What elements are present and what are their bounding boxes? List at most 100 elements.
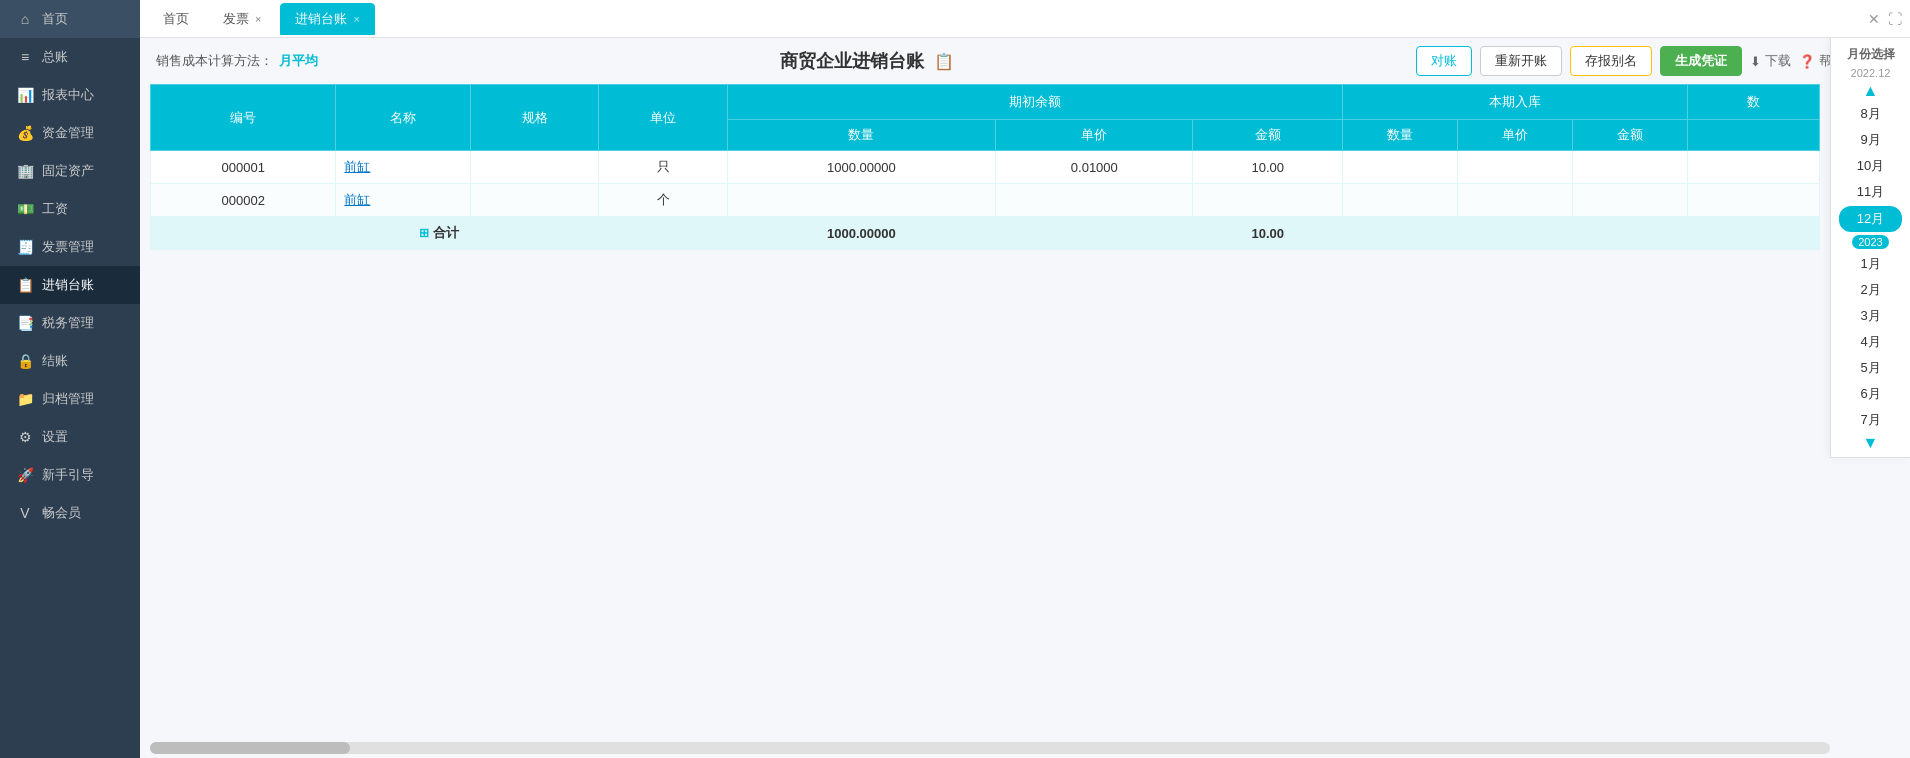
sidebar-item-ledger[interactable]: ≡ 总账	[0, 38, 140, 76]
finance-icon: 💰	[16, 125, 34, 141]
main-area: 首页 发票 × 进销台账 × ✕ ⛶ 销售成本计算方法： 月平均 商贸企业进销台…	[140, 0, 1910, 758]
month-9[interactable]: 9月	[1831, 127, 1910, 153]
month-11[interactable]: 11月	[1831, 179, 1910, 205]
month-picker-panel: 月份选择 2022.12 ▲ 8月 9月 10月 11月 12月 2023 1月…	[1830, 38, 1910, 458]
row2-code: 000002	[151, 184, 336, 217]
row1-extra	[1688, 151, 1820, 184]
sidebar-item-home[interactable]: ⌂ 首页	[0, 0, 140, 38]
month-1[interactable]: 1月	[1831, 251, 1910, 277]
horizontal-scrollbar[interactable]	[150, 742, 1830, 754]
scrollbar-thumb[interactable]	[150, 742, 350, 754]
sidebar-item-settings[interactable]: ⚙ 设置	[0, 418, 140, 456]
month-10[interactable]: 10月	[1831, 153, 1910, 179]
assets-icon: 🏢	[16, 163, 34, 179]
row2-balance-price	[996, 184, 1193, 217]
tab-stock-label: 进销台账	[295, 10, 347, 28]
sidebar-item-label: 总账	[42, 48, 68, 66]
row2-extra	[1688, 184, 1820, 217]
download-icon: ⬇	[1750, 54, 1761, 69]
row1-inbound-price	[1458, 151, 1573, 184]
tab-invoice-close[interactable]: ×	[255, 13, 261, 25]
tab-home[interactable]: 首页	[148, 3, 204, 35]
sidebar-item-invoice-mgmt[interactable]: 🧾 发票管理	[0, 228, 140, 266]
help-icon: ❓	[1799, 54, 1815, 69]
save-alias-button[interactable]: 存报别名	[1570, 46, 1652, 76]
col-header-spec: 规格	[471, 85, 599, 151]
month-3[interactable]: 3月	[1831, 303, 1910, 329]
generate-voucher-button[interactable]: 生成凭证	[1660, 46, 1742, 76]
month-5[interactable]: 5月	[1831, 355, 1910, 381]
sidebar-item-label: 结账	[42, 352, 68, 370]
col-header-more: 数	[1688, 85, 1820, 120]
download-button[interactable]: ⬇ 下载	[1750, 52, 1791, 70]
row2-inbound-amount	[1573, 184, 1688, 217]
month-2[interactable]: 2月	[1831, 277, 1910, 303]
table-wrapper: 编号 名称 规格 单位 期初余额 本期入库 数 数量 单价 金额 数量 单价	[140, 84, 1830, 738]
scroll-down-button[interactable]: ▼	[1863, 433, 1879, 453]
row1-name: 前缸	[336, 151, 471, 184]
sidebar-item-closing[interactable]: 🔒 结账	[0, 342, 140, 380]
total-label: 合计	[433, 224, 459, 242]
stock-ledger-icon: 📋	[16, 277, 34, 293]
year-2023-badge: 2023	[1852, 235, 1888, 249]
row2-spec	[471, 184, 599, 217]
total-row: ⊞ 合计 1000.00000 10.00	[151, 217, 1820, 250]
tab-stock[interactable]: 进销台账 ×	[280, 3, 374, 35]
sidebar-item-tax[interactable]: 📑 税务管理	[0, 304, 140, 342]
tab-stock-close[interactable]: ×	[353, 13, 359, 25]
row1-inbound-qty	[1343, 151, 1458, 184]
sidebar-item-label: 畅会员	[42, 504, 81, 522]
row1-spec	[471, 151, 599, 184]
month-12[interactable]: 12月	[1839, 206, 1902, 232]
sidebar-item-label: 工资	[42, 200, 68, 218]
year-2022-label: 2022.12	[1851, 65, 1891, 81]
sidebar-item-label: 报表中心	[42, 86, 94, 104]
tab-home-label: 首页	[163, 10, 189, 28]
sidebar-item-member[interactable]: V 畅会员	[0, 494, 140, 532]
reconcile-button[interactable]: 对账	[1416, 46, 1472, 76]
sidebar-item-label: 首页	[42, 10, 68, 28]
table-row: 000002 前缸 个	[151, 184, 1820, 217]
month-7[interactable]: 7月	[1831, 407, 1910, 433]
sidebar-item-label: 发票管理	[42, 238, 94, 256]
sidebar-item-label: 资金管理	[42, 124, 94, 142]
sidebar-item-guide[interactable]: 🚀 新手引导	[0, 456, 140, 494]
cost-method-value: 月平均	[279, 52, 318, 70]
sidebar-item-archive[interactable]: 📁 归档管理	[0, 380, 140, 418]
invoice-mgmt-icon: 🧾	[16, 239, 34, 255]
sidebar-item-finance[interactable]: 💰 资金管理	[0, 114, 140, 152]
col-header-unit: 单位	[599, 85, 727, 151]
guide-icon: 🚀	[16, 467, 34, 483]
col-sub-more	[1688, 120, 1820, 151]
month-6[interactable]: 6月	[1831, 381, 1910, 407]
sidebar-item-label: 固定资产	[42, 162, 94, 180]
archive-icon: 📁	[16, 391, 34, 407]
col-sub-balance-price: 单价	[996, 120, 1193, 151]
row2-unit: 个	[599, 184, 727, 217]
settings-icon: ⚙	[16, 429, 34, 445]
close-window-button[interactable]: ✕	[1868, 11, 1880, 27]
row2-balance-amount	[1193, 184, 1343, 217]
row1-balance-price: 0.01000	[996, 151, 1193, 184]
maximize-window-button[interactable]: ⛶	[1888, 11, 1902, 27]
month-picker-title: 月份选择	[1847, 42, 1895, 65]
content-area: 销售成本计算方法： 月平均 商贸企业进销台账 📋 对账 重新开账 存报别名 生成…	[140, 38, 1910, 758]
row1-balance-amount: 10.00	[1193, 151, 1343, 184]
tab-invoice-label: 发票	[223, 10, 249, 28]
tab-invoice[interactable]: 发票 ×	[208, 3, 276, 35]
scroll-up-button[interactable]: ▲	[1863, 81, 1879, 101]
total-extra	[1688, 217, 1820, 250]
sidebar-item-reports[interactable]: 📊 报表中心	[0, 76, 140, 114]
cost-method-info: 销售成本计算方法： 月平均	[156, 52, 318, 70]
month-4[interactable]: 4月	[1831, 329, 1910, 355]
reopen-button[interactable]: 重新开账	[1480, 46, 1562, 76]
content-topbar: 销售成本计算方法： 月平均 商贸企业进销台账 📋 对账 重新开账 存报别名 生成…	[140, 38, 1910, 84]
page-title-icon: 📋	[934, 52, 954, 71]
row2-inbound-price	[1458, 184, 1573, 217]
sidebar-item-salary[interactable]: 💵 工资	[0, 190, 140, 228]
total-balance-qty: 1000.00000	[727, 217, 996, 250]
sidebar-item-stock-ledger[interactable]: 📋 进销台账	[0, 266, 140, 304]
month-8[interactable]: 8月	[1831, 101, 1910, 127]
sidebar-item-assets[interactable]: 🏢 固定资产	[0, 152, 140, 190]
table-row: 000001 前缸 只 1000.00000 0.01000 10.00	[151, 151, 1820, 184]
